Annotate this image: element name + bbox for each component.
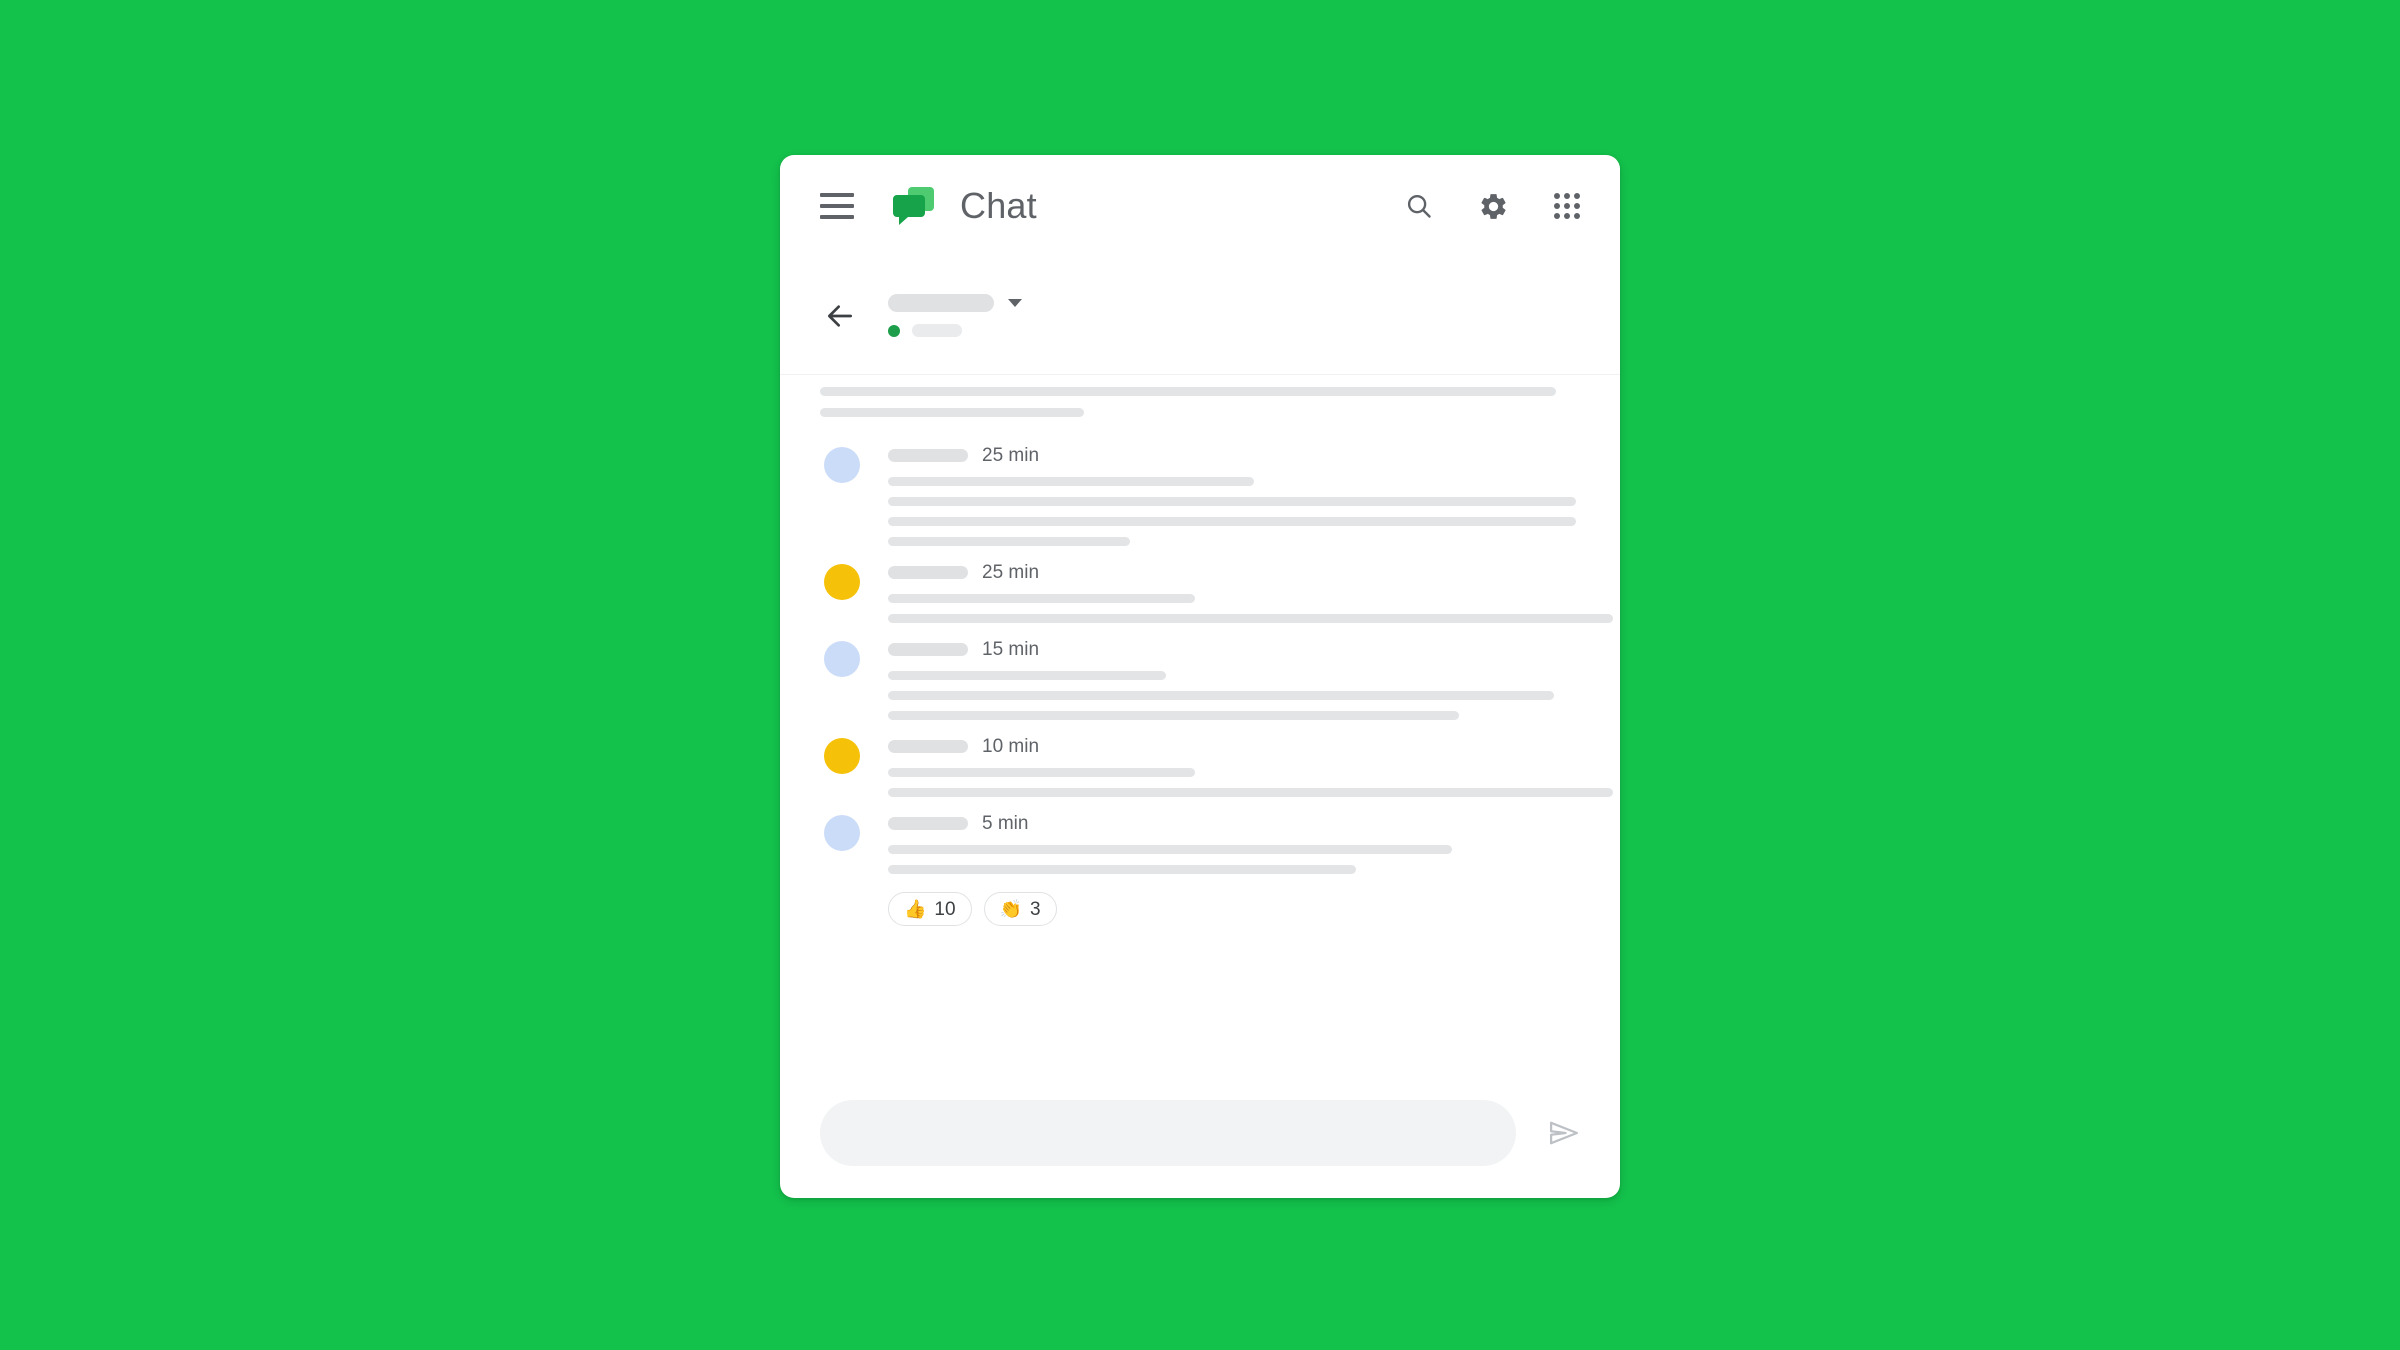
message-timestamp: 25 min: [982, 444, 1040, 466]
apps-grid-dot: [1574, 213, 1580, 219]
message-text-line: [888, 768, 1196, 777]
message-input[interactable]: [820, 1100, 1516, 1166]
message-text: [888, 768, 1620, 797]
app-title: Chat: [960, 185, 1037, 226]
search-icon[interactable]: [1400, 187, 1438, 225]
conversation-title-placeholder: [888, 294, 994, 312]
message-text-line: [888, 671, 1167, 680]
reaction-count: 10: [934, 898, 956, 920]
conversation-meta: [888, 294, 1022, 337]
apps-grid-dot: [1564, 193, 1570, 199]
message-item[interactable]: 15 min: [824, 623, 1620, 720]
message-body: 5 min 👍 10 👏 3: [888, 813, 1620, 926]
message-header: 25 min: [888, 562, 1620, 582]
conversation-title-row[interactable]: [888, 294, 1022, 312]
message-text: [888, 594, 1620, 623]
message-text-line: [820, 408, 1084, 417]
sender-name-placeholder: [888, 448, 968, 462]
online-status-dot: [888, 324, 900, 337]
apps-grid-dot: [1564, 213, 1570, 219]
hamburger-line: [820, 193, 854, 197]
message-item[interactable]: 10 min: [824, 720, 1620, 797]
message-timestamp: 25 min: [982, 561, 1040, 583]
reaction-chip-thumbs-up[interactable]: 👍 10: [888, 892, 972, 926]
message-reactions: 👍 10 👏 3: [888, 892, 1620, 926]
message-text-line: [888, 614, 1613, 623]
message-text: [888, 845, 1620, 874]
app-topbar: Chat: [780, 155, 1620, 257]
message-header: 5 min: [888, 813, 1620, 833]
message-header: 25 min: [888, 445, 1620, 465]
apps-grid-dot: [1574, 193, 1580, 199]
conversation-subtitle-row: [888, 324, 1022, 337]
message-list[interactable]: 25 min 25 min 15 min 10 min 5 min 👍 10 👏…: [780, 375, 1620, 1068]
message-item[interactable]: 25 min: [824, 429, 1620, 546]
google-chat-logo-icon: [892, 183, 938, 229]
message-header: 10 min: [888, 736, 1620, 756]
thumbs-up-emoji: 👍: [904, 899, 927, 919]
message-partial: [780, 375, 1620, 417]
message-text-line: [888, 711, 1459, 720]
message-body: 25 min: [888, 445, 1620, 546]
sender-name-placeholder: [888, 642, 968, 656]
message-text: [888, 477, 1620, 546]
hamburger-line: [820, 215, 854, 219]
message-composer: [780, 1068, 1620, 1198]
hamburger-menu-icon[interactable]: [820, 193, 854, 219]
avatar[interactable]: [824, 447, 860, 483]
message-timestamp: 10 min: [982, 735, 1040, 757]
message-text-line: [820, 387, 1556, 396]
message-body: 25 min: [888, 562, 1620, 623]
topbar-actions: [1400, 187, 1586, 225]
apps-grid-icon[interactable]: [1548, 187, 1586, 225]
avatar[interactable]: [824, 815, 860, 851]
reaction-chip-clapping-hands[interactable]: 👏 3: [983, 892, 1057, 926]
apps-grid-dot: [1554, 213, 1560, 219]
apps-grid-dot: [1554, 203, 1560, 209]
conversation-header: [780, 257, 1620, 375]
message-timestamp: 5 min: [982, 812, 1029, 834]
apps-grid-dot: [1564, 203, 1570, 209]
message-body: 10 min: [888, 736, 1620, 797]
message-text: [888, 671, 1620, 720]
gear-icon[interactable]: [1474, 187, 1512, 225]
message-body: 15 min: [888, 639, 1620, 720]
message-text-line: [888, 691, 1555, 700]
chat-app-card: Chat 25 min 25 min 15 min 10 min 5 min 👍…: [780, 155, 1620, 1198]
chevron-down-icon[interactable]: [1008, 299, 1022, 307]
message-timestamp: 15 min: [982, 638, 1040, 660]
send-icon[interactable]: [1542, 1111, 1586, 1155]
reaction-count: 3: [1029, 898, 1041, 920]
message-text-line: [888, 497, 1577, 506]
sender-name-placeholder: [888, 739, 968, 753]
back-arrow-icon[interactable]: [820, 296, 860, 336]
message-item[interactable]: 5 min 👍 10 👏 3: [824, 797, 1620, 926]
clapping-hands-emoji: 👏: [999, 899, 1022, 919]
avatar[interactable]: [824, 564, 860, 600]
message-item[interactable]: 25 min: [824, 546, 1620, 623]
message-header: 15 min: [888, 639, 1620, 659]
avatar[interactable]: [824, 738, 860, 774]
message-text-line: [888, 594, 1196, 603]
apps-grid-dot: [1574, 203, 1580, 209]
hamburger-line: [820, 204, 854, 208]
sender-name-placeholder: [888, 565, 968, 579]
message-text-line: [888, 537, 1130, 546]
avatar[interactable]: [824, 641, 860, 677]
apps-grid-dot: [1554, 193, 1560, 199]
message-text-line: [888, 517, 1577, 526]
message-text-line: [888, 845, 1452, 854]
message-text-line: [888, 788, 1613, 797]
message-text-line: [888, 865, 1357, 874]
sender-name-placeholder: [888, 816, 968, 830]
message-text-line: [888, 477, 1254, 486]
conversation-subtitle-placeholder: [912, 324, 962, 337]
